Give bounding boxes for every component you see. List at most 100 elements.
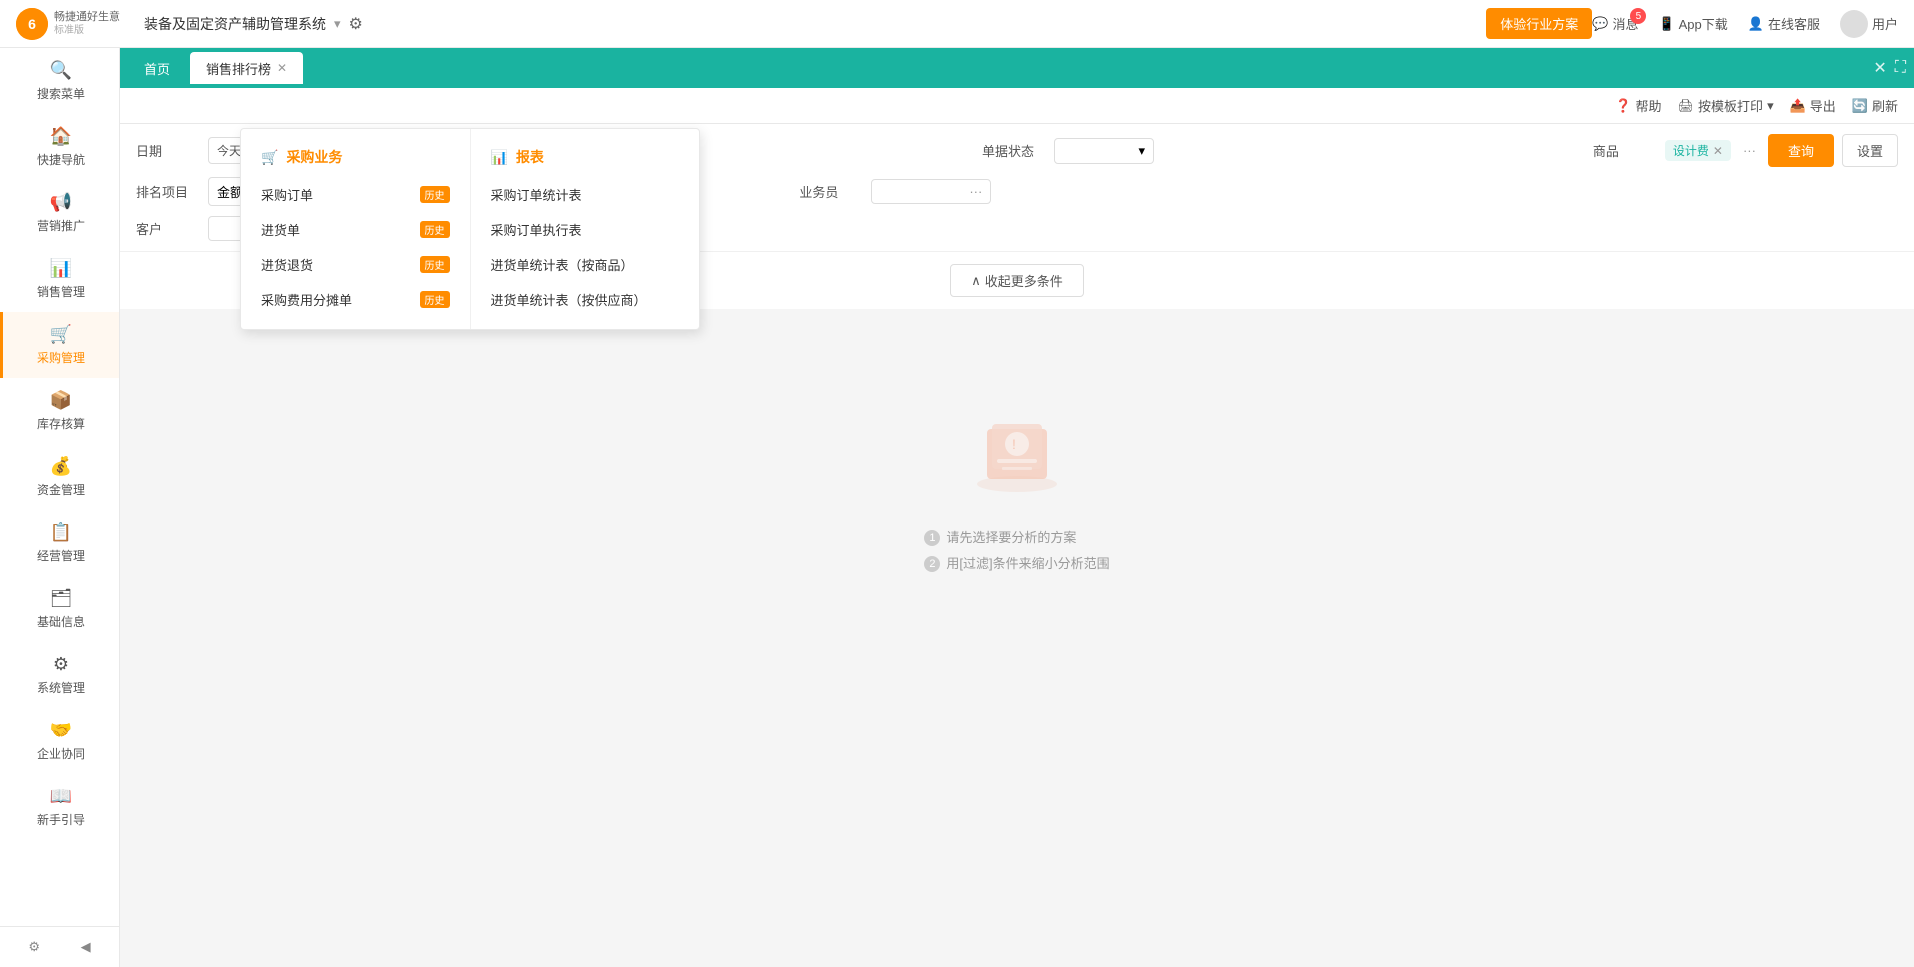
- empty-state: ! 1 请先选择要分析的方案 2 用[过滤]条件来缩小分析范围: [120, 309, 1914, 657]
- doc-status-select[interactable]: ▾: [1054, 138, 1154, 164]
- print-icon: 🖨: [1678, 98, 1695, 114]
- system-title-text: 装备及固定资产辅助管理系统: [144, 14, 326, 34]
- svg-text:6: 6: [28, 16, 36, 32]
- home-icon: 🏠: [50, 126, 72, 147]
- report-col-header: 📊 报表: [471, 141, 700, 177]
- report-col: 📊 报表 采购订单统计表 采购订单执行表 进货单统计表（按商品） 进货单统计表（…: [471, 129, 700, 329]
- tip-num-2: 2: [924, 556, 940, 572]
- main-layout: 🔍 搜索菜单 🏠 快捷导航 📢 营销推广 📊 销售管理 🛒 采购管理 📦 库存核…: [0, 48, 1914, 967]
- incoming-order-item[interactable]: 进货单 历史: [241, 212, 470, 247]
- system-title: 装备及固定资产辅助管理系统 ▾ ⚙: [136, 14, 1474, 34]
- purchase-dropdown-menu: 🛒 采购业务 采购订单 历史 进货单 历史 进货退货 历史: [240, 128, 700, 330]
- goods-tag: 设计费 ✕: [1665, 140, 1731, 161]
- sidebar-item-quick-nav[interactable]: 🏠 快捷导航: [0, 114, 119, 180]
- purchase-col: 🛒 采购业务 采购订单 历史 进货单 历史 进货退货 历史: [241, 129, 471, 329]
- purchase-col-header: 🛒 采购业务: [241, 141, 470, 177]
- tab-home[interactable]: 首页: [128, 52, 186, 84]
- rank-label: 排名项目: [136, 182, 196, 201]
- sidebar-collapse-icon[interactable]: ◀: [81, 939, 91, 955]
- help-btn[interactable]: ❓ 帮助: [1615, 96, 1661, 115]
- query-button[interactable]: 查询: [1768, 134, 1834, 167]
- avatar: [1840, 10, 1868, 38]
- sidebar-item-guide[interactable]: 📖 新手引导: [0, 774, 119, 840]
- sidebar-item-search[interactable]: 🔍 搜索菜单: [0, 48, 119, 114]
- doc-status-arrow: ▾: [1139, 143, 1146, 159]
- purchase-expense-item[interactable]: 采购费用分摊单 历史: [241, 282, 470, 317]
- logo-area: 6 畅捷通好生意 标准版: [16, 8, 136, 40]
- finance-icon: 💰: [50, 456, 72, 477]
- sidebar-item-enterprise[interactable]: 🤝 企业协同: [0, 708, 119, 774]
- content-area: 首页 销售排行榜 ✕ ✕ ⛶ 🛒 采购业务: [120, 48, 1914, 967]
- search-icon: 🔍: [50, 60, 72, 81]
- collapse-button[interactable]: ∧ 收起更多条件: [950, 264, 1084, 297]
- sidebar-settings-icon[interactable]: ⚙: [28, 939, 40, 955]
- operation-icon: 📋: [50, 522, 72, 543]
- online-service-item[interactable]: 👤 在线客服: [1748, 14, 1820, 33]
- dropdown-arrow-icon[interactable]: ▾: [334, 16, 341, 32]
- goods-more-icon[interactable]: ···: [1743, 143, 1756, 158]
- notification-item[interactable]: 💬 消息 5: [1592, 14, 1638, 33]
- logo-icon: 6: [16, 8, 48, 40]
- return-goods-history-badge: 历史: [420, 256, 450, 273]
- customer-label: 客户: [136, 219, 196, 238]
- sidebar-item-operation[interactable]: 📋 经营管理: [0, 510, 119, 576]
- tab-close-icon[interactable]: ✕: [277, 61, 287, 75]
- inventory-icon: 📦: [50, 390, 72, 411]
- marketing-icon: 📢: [50, 192, 72, 213]
- industry-button[interactable]: 体验行业方案: [1486, 8, 1592, 39]
- return-goods-item[interactable]: 进货退货 历史: [241, 247, 470, 282]
- incoming-order-history-badge: 历史: [420, 221, 450, 238]
- sidebar-item-finance[interactable]: 💰 资金管理: [0, 444, 119, 510]
- sidebar-item-basic[interactable]: 🗂 基础信息: [0, 576, 119, 642]
- tab-close-window-icon[interactable]: ✕: [1873, 58, 1886, 78]
- header-right: 💬 消息 5 📱 App下载 👤 在线客服 用户: [1592, 10, 1898, 38]
- export-btn[interactable]: 📤 导出: [1790, 96, 1836, 115]
- print-dropdown-icon: ▾: [1767, 98, 1774, 114]
- refresh-btn[interactable]: 🔄 刷新: [1852, 96, 1898, 115]
- enterprise-icon: 🤝: [50, 720, 72, 741]
- top-toolbar: ❓ 帮助 🖨 按模板打印 ▾ 📤 导出 🔄 刷新: [120, 88, 1914, 124]
- help-icon: ❓: [1615, 98, 1631, 114]
- incoming-by-goods-item[interactable]: 进货单统计表（按商品）: [471, 247, 700, 282]
- goods-tag-close-icon[interactable]: ✕: [1713, 144, 1723, 158]
- phone-icon: 📱: [1658, 16, 1674, 32]
- guide-icon: 📖: [50, 786, 72, 807]
- sidebar-item-inventory[interactable]: 📦 库存核算: [0, 378, 119, 444]
- incoming-by-supplier-item[interactable]: 进货单统计表（按供应商）: [471, 282, 700, 317]
- purchase-expense-history-badge: 历史: [420, 291, 450, 308]
- purchase-col-icon: 🛒: [261, 149, 278, 166]
- doc-status-label: 单据状态: [982, 141, 1042, 160]
- settings-icon[interactable]: ⚙: [349, 14, 363, 34]
- purchase-order-history-badge: 历史: [420, 186, 450, 203]
- collapse-up-icon: ∧: [971, 273, 981, 289]
- service-icon: 👤: [1748, 16, 1764, 32]
- date-label: 日期: [136, 141, 196, 160]
- purchase-order-item[interactable]: 采购订单 历史: [241, 177, 470, 212]
- sidebar-item-system[interactable]: ⚙ 系统管理: [0, 642, 119, 708]
- sidebar-item-marketing[interactable]: 📢 营销推广: [0, 180, 119, 246]
- sidebar-item-sales[interactable]: 📊 销售管理: [0, 246, 119, 312]
- goods-label: 商品: [1593, 141, 1653, 160]
- action-buttons: 查询 设置: [1768, 134, 1898, 167]
- empty-tip-2: 2 用[过滤]条件来缩小分析范围: [924, 551, 1109, 577]
- sales-icon: 📊: [50, 258, 72, 279]
- salesman-label: 业务员: [799, 182, 859, 201]
- refresh-icon: 🔄: [1852, 98, 1868, 114]
- message-icon: 💬: [1592, 16, 1608, 32]
- empty-illustration: !: [957, 389, 1077, 509]
- setting-button[interactable]: 设置: [1842, 134, 1898, 167]
- sidebar-item-purchase[interactable]: 🛒 采购管理: [0, 312, 119, 378]
- print-btn[interactable]: 🖨 按模板打印 ▾: [1678, 96, 1774, 115]
- tab-fullscreen-icon[interactable]: ⛶: [1895, 59, 1906, 77]
- notification-badge: 5: [1630, 8, 1646, 24]
- app-download-item[interactable]: 📱 App下载: [1658, 14, 1727, 33]
- purchase-order-exec-item[interactable]: 采购订单执行表: [471, 212, 700, 247]
- logo-text: 畅捷通好生意 标准版: [54, 10, 120, 37]
- user-item[interactable]: 用户: [1840, 10, 1898, 38]
- tab-sales-rank[interactable]: 销售排行榜 ✕: [190, 52, 303, 84]
- tip-num-1: 1: [924, 530, 940, 546]
- purchase-order-report-item[interactable]: 采购订单统计表: [471, 177, 700, 212]
- salesman-select[interactable]: ···: [871, 179, 991, 204]
- sidebar-bottom: ⚙ ◀: [0, 926, 119, 967]
- salesman-more-icon: ···: [969, 184, 982, 199]
